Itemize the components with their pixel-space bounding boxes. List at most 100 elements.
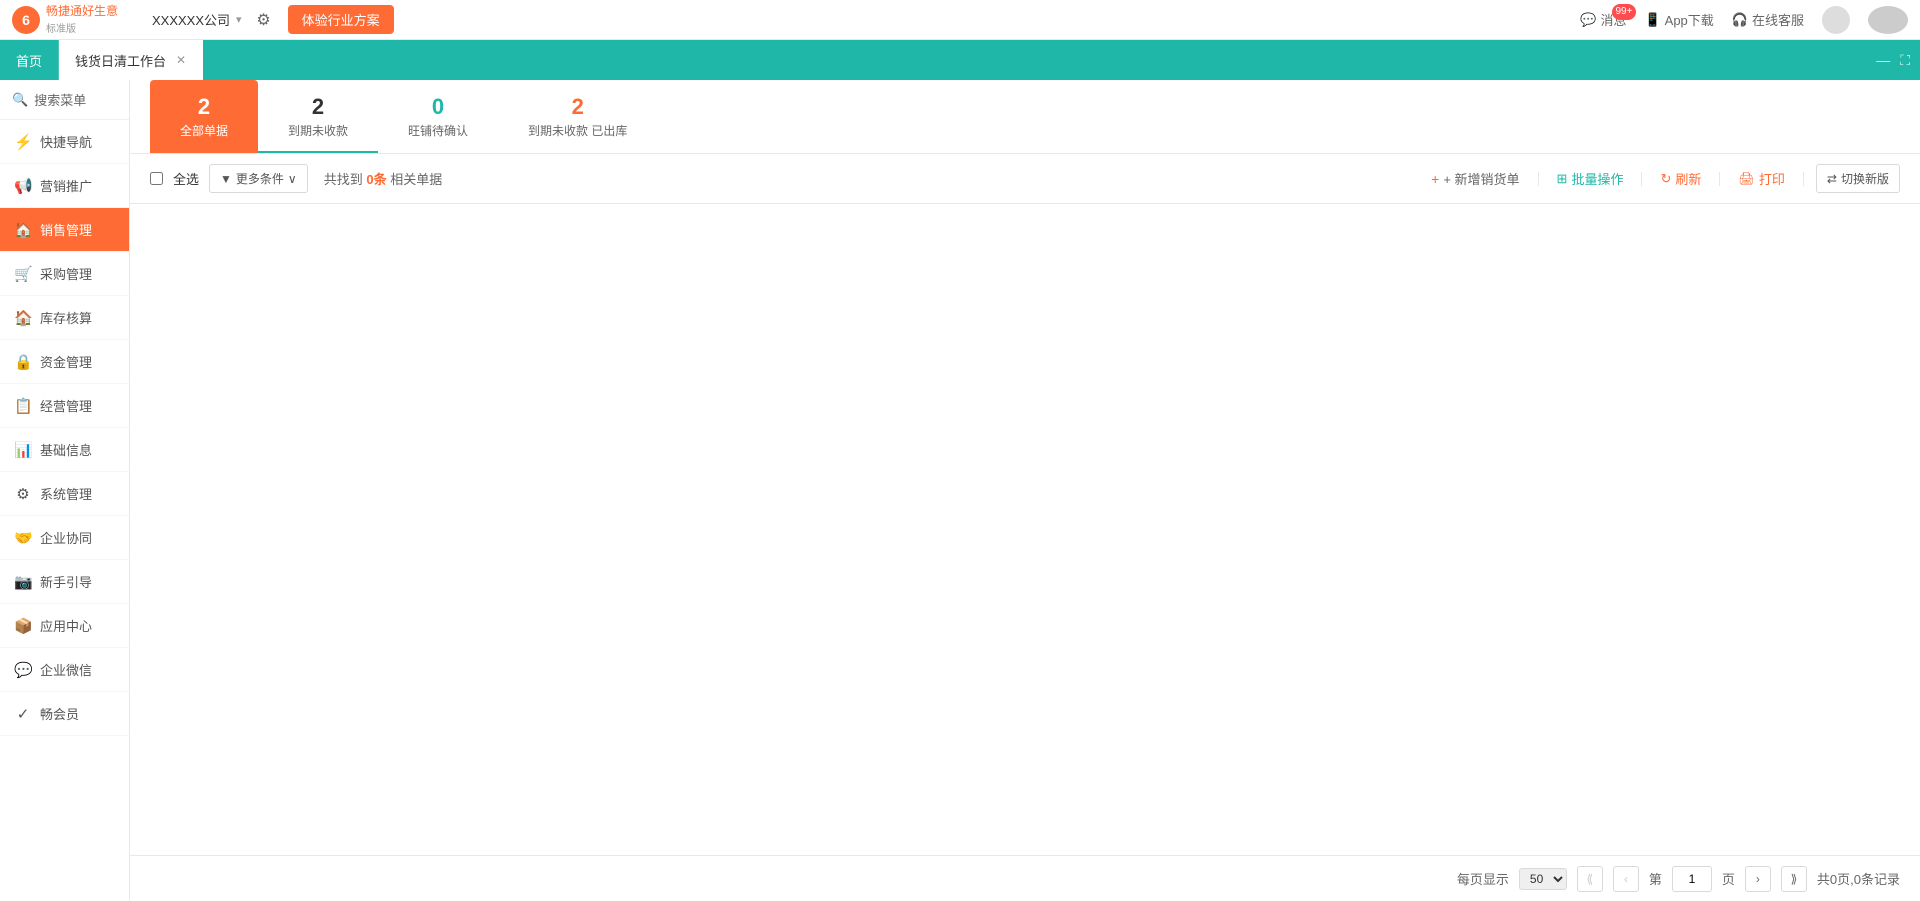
company-name: XXXXXX公司 (152, 10, 230, 29)
headset-icon: 🎧 (1732, 12, 1748, 28)
inventory-icon: 🏠 (14, 309, 32, 327)
sidebar-item-member[interactable]: ✓ 畅会员 (0, 692, 129, 736)
divider-1 (1538, 172, 1539, 186)
switch-version-button[interactable]: ⇄ 切换新版 (1816, 164, 1900, 193)
sidebar-item-operations[interactable]: 📋 经营管理 (0, 384, 129, 428)
marketing-icon: 📢 (14, 177, 32, 195)
sidebar-item-marketing[interactable]: 📢 营销推广 (0, 164, 129, 208)
logo-area: 6 畅捷通好生意 标准版 (12, 4, 142, 35)
tab-minimize-button[interactable]: — (1876, 52, 1890, 68)
guide-icon: 📷 (14, 573, 32, 591)
select-all-label: 全选 (173, 169, 199, 188)
per-page-label: 每页显示 (1457, 869, 1509, 888)
app-download-button[interactable]: 📱 App下载 (1644, 10, 1713, 29)
stat-label-overdue-shipped: 到期未收款 已出库 (528, 122, 627, 139)
message-badge: 99+ (1612, 4, 1637, 20)
sidebar-item-wechat[interactable]: 💬 企业微信 (0, 648, 129, 692)
sidebar-item-app-center[interactable]: 📦 应用中心 (0, 604, 129, 648)
search-icon: 🔍 (12, 92, 28, 108)
new-order-button[interactable]: + + 新增销货单 (1425, 165, 1525, 192)
batch-ops-button[interactable]: ⊞ 批量操作 (1551, 165, 1630, 192)
page-input[interactable] (1672, 866, 1712, 892)
first-page-button[interactable]: ⟪ (1577, 866, 1603, 892)
stat-num-wangpu: 0 (432, 94, 444, 120)
tab-home[interactable]: 首页 (0, 40, 59, 80)
stat-num-all: 2 (198, 94, 210, 120)
switch-icon: ⇄ (1827, 172, 1837, 186)
sidebar: 🔍 搜索菜单 ⚡ 快捷导航 📢 营销推广 🏠 销售管理 🛒 采购管理 🏠 库存核… (0, 80, 130, 901)
sidebar-item-system[interactable]: ⚙ 系统管理 (0, 472, 129, 516)
sidebar-item-purchase[interactable]: 🛒 采购管理 (0, 252, 129, 296)
stat-num-overdue: 2 (312, 94, 324, 120)
chevron-filter-icon: ∨ (288, 172, 297, 186)
toolbar: 全选 ▼ 更多条件 ∨ 共找到 0条 相关单据 + + 新增销货单 ⊞ 批量操作 (130, 154, 1920, 204)
pagination-bar: 每页显示 50 ⟪ ‹ 第 页 › ⟫ 共0页,0条记录 (130, 855, 1920, 901)
sidebar-item-finance[interactable]: 🔒 资金管理 (0, 340, 129, 384)
per-page-select[interactable]: 50 (1519, 868, 1567, 890)
tab-close-icon[interactable]: ✕ (176, 53, 186, 67)
batch-icon: ⊞ (1557, 171, 1568, 187)
tab-maximize-button[interactable]: ⛶ (1900, 52, 1910, 69)
message-button[interactable]: 💬 消息 99+ (1580, 10, 1626, 29)
divider-3 (1719, 172, 1720, 186)
top-bar-right: 💬 消息 99+ 📱 App下载 🎧 在线客服 (1580, 6, 1908, 34)
stat-label-all: 全部单据 (180, 122, 228, 139)
tabs-bar: 首页 钱货日清工作台 ✕ — ⛶ (0, 40, 1920, 80)
sidebar-item-basic-info[interactable]: 📊 基础信息 (0, 428, 129, 472)
wechat-icon: 💬 (14, 661, 32, 679)
sidebar-item-inventory[interactable]: 🏠 库存核算 (0, 296, 129, 340)
purchase-icon: 🛒 (14, 265, 32, 283)
sidebar-item-guide[interactable]: 📷 新手引导 (0, 560, 129, 604)
found-count: 0条 (366, 172, 386, 187)
toolbar-right: + + 新增销货单 ⊞ 批量操作 ↻ 刷新 🖨 打印 (1425, 164, 1900, 193)
tabs-bar-right: — ⛶ (1876, 40, 1920, 80)
basic-info-icon: 📊 (14, 441, 32, 459)
refresh-icon: ↻ (1660, 171, 1671, 187)
company-selector[interactable]: XXXXXX公司 ▾ (152, 10, 242, 29)
tab-workbench[interactable]: 钱货日清工作台 ✕ (59, 40, 203, 80)
username-display (1868, 6, 1908, 34)
next-page-button[interactable]: › (1745, 866, 1771, 892)
main-content: 2 全部单据 2 到期未收款 0 旺铺待确认 2 到期未收款 已出库 全选 ▼ … (130, 80, 1920, 901)
divider-4 (1803, 172, 1804, 186)
stat-tabs: 2 全部单据 2 到期未收款 0 旺铺待确认 2 到期未收款 已出库 (130, 80, 1920, 154)
last-page-button[interactable]: ⟫ (1781, 866, 1807, 892)
main-layout: 🔍 搜索菜单 ⚡ 快捷导航 📢 营销推广 🏠 销售管理 🛒 采购管理 🏠 库存核… (0, 80, 1920, 901)
online-service-button[interactable]: 🎧 在线客服 (1732, 10, 1804, 29)
trial-button[interactable]: 体验行业方案 (288, 5, 394, 34)
logo-icon: 6 (12, 6, 40, 34)
tab-home-label: 首页 (16, 51, 42, 70)
message-icon: 💬 (1580, 12, 1596, 28)
tab-workbench-label: 钱货日清工作台 (75, 51, 166, 70)
plus-icon: + (1431, 171, 1439, 187)
phone-icon: 📱 (1644, 12, 1660, 28)
select-all-checkbox[interactable] (150, 172, 163, 185)
sidebar-item-quick-nav[interactable]: ⚡ 快捷导航 (0, 120, 129, 164)
stat-tab-wangpu[interactable]: 0 旺铺待确认 (378, 80, 498, 153)
print-icon: 🖨 (1738, 171, 1755, 187)
stat-label-wangpu: 旺铺待确认 (408, 122, 468, 139)
sales-icon: 🏠 (14, 221, 32, 239)
prev-page-button[interactable]: ‹ (1613, 866, 1639, 892)
filter-icon: ▼ (220, 172, 232, 186)
quick-nav-icon: ⚡ (14, 133, 32, 151)
print-button[interactable]: 🖨 打印 (1732, 165, 1791, 192)
filter-button[interactable]: ▼ 更多条件 ∨ (209, 164, 308, 193)
sidebar-item-enterprise[interactable]: 🤝 企业协同 (0, 516, 129, 560)
page-prefix: 第 (1649, 869, 1662, 888)
stat-label-overdue: 到期未收款 (288, 122, 348, 139)
page-suffix: 页 (1722, 869, 1735, 888)
stat-tab-overdue[interactable]: 2 到期未收款 (258, 80, 378, 153)
stat-tab-all[interactable]: 2 全部单据 (150, 80, 258, 153)
member-icon: ✓ (14, 705, 32, 723)
settings-button[interactable]: ⚙ (250, 6, 278, 34)
stat-tab-overdue-shipped[interactable]: 2 到期未收款 已出库 (498, 80, 657, 153)
total-text: 共0页,0条记录 (1817, 869, 1900, 888)
avatar[interactable] (1822, 6, 1850, 34)
top-bar: 6 畅捷通好生意 标准版 XXXXXX公司 ▾ ⚙ 体验行业方案 💬 消息 99… (0, 0, 1920, 40)
logo-text: 畅捷通好生意 标准版 (46, 4, 118, 35)
found-text: 共找到 0条 相关单据 (324, 169, 443, 188)
refresh-button[interactable]: ↻ 刷新 (1654, 165, 1707, 192)
sidebar-search[interactable]: 🔍 搜索菜单 (0, 80, 129, 120)
sidebar-item-sales[interactable]: 🏠 销售管理 (0, 208, 129, 252)
